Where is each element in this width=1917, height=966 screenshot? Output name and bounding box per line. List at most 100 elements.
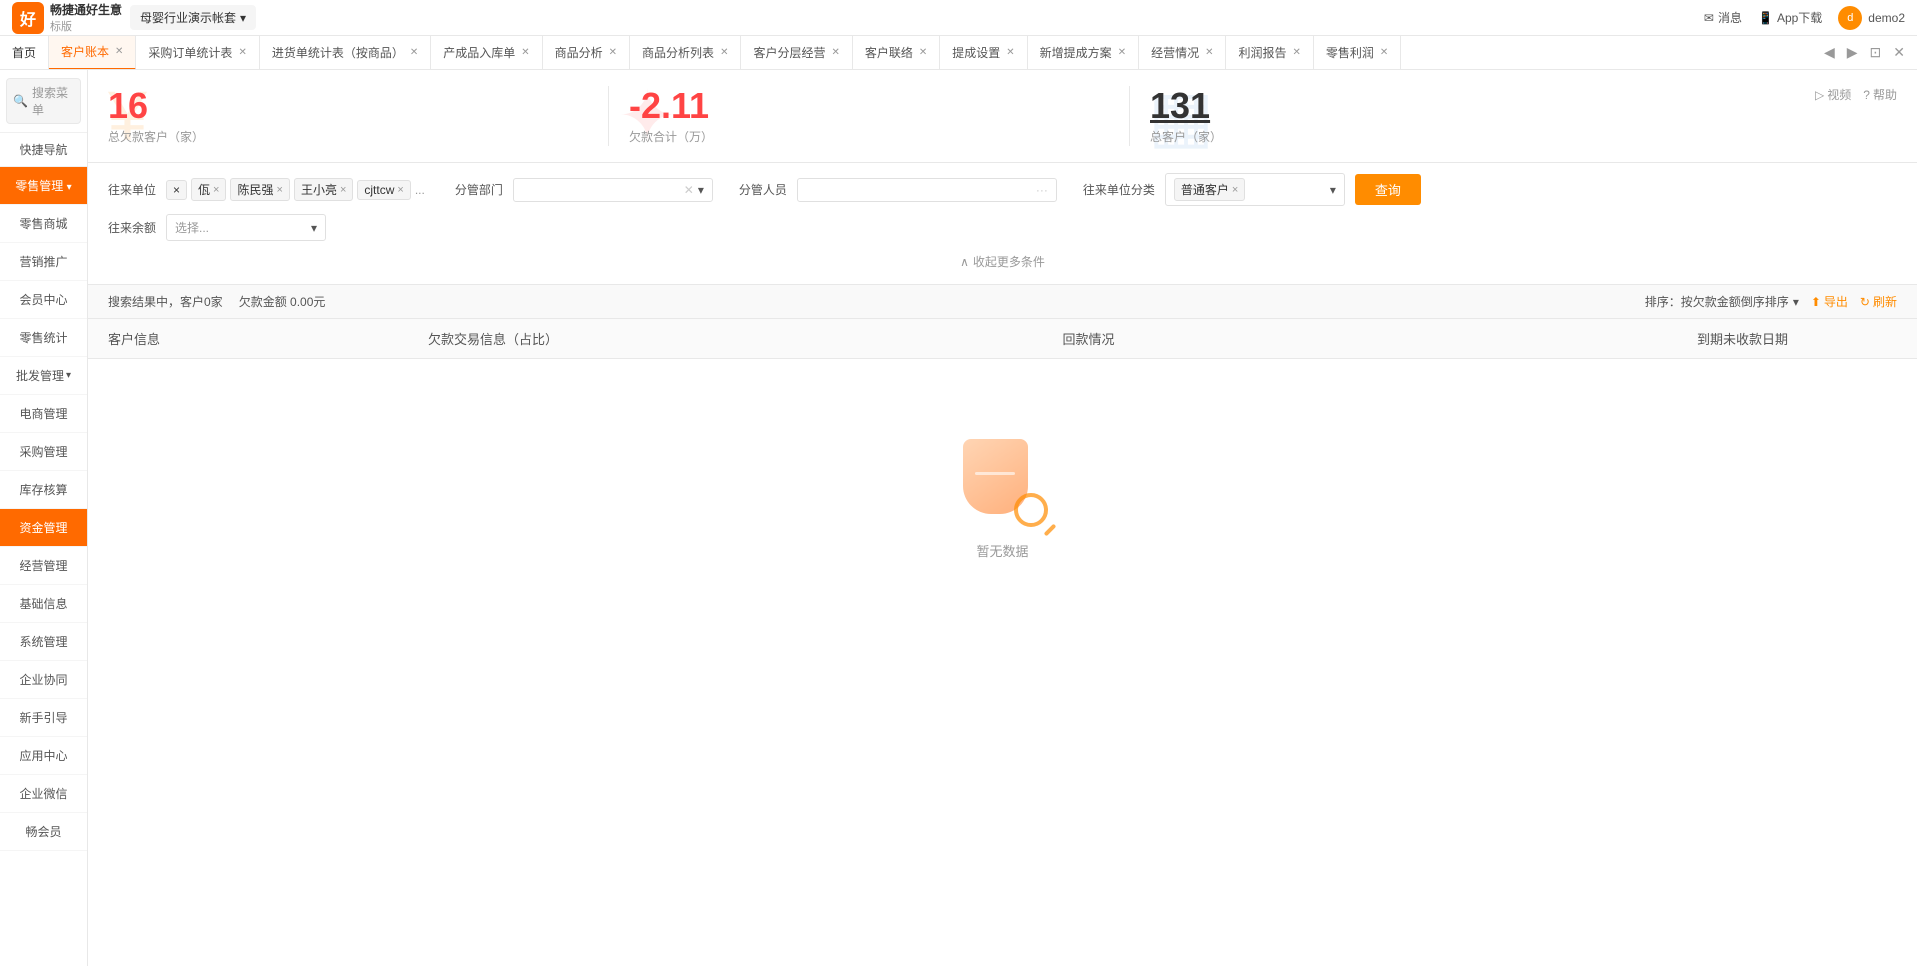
- chevron-icon: ▾: [66, 370, 71, 381]
- tab-goods-analysis-list[interactable]: 商品分析列表 ✕: [630, 36, 741, 70]
- search-result-text: 搜索结果中，客户0家: [108, 293, 223, 310]
- sidebar-item-app-center[interactable]: 应用中心: [0, 737, 87, 775]
- balance-select[interactable]: 选择... ▾: [166, 214, 326, 241]
- tab-business-status[interactable]: 经营情况 ✕: [1139, 36, 1226, 70]
- close-tab-icon[interactable]: ✕: [919, 47, 927, 58]
- sidebar-item-system[interactable]: 系统管理: [0, 623, 87, 661]
- content-area: ¥ 16 总欠款客户（家） ✦ -2.11 欠款合计（万） ▦ 131 总客户（…: [88, 70, 1917, 966]
- download-icon: 📱: [1758, 11, 1773, 25]
- nav-next-arrow[interactable]: ▶: [1843, 42, 1862, 63]
- close-tab-icon[interactable]: ✕: [720, 47, 728, 58]
- person-input[interactable]: ···: [797, 178, 1057, 202]
- stats-help: ▷ 视频 ? 帮助: [1815, 86, 1897, 103]
- close-tab-icon[interactable]: ✕: [521, 47, 529, 58]
- chevron-down-icon: ▾: [311, 221, 317, 235]
- tab-product-inbound[interactable]: 产成品入库单 ✕: [431, 36, 542, 70]
- export-button[interactable]: ⬆ 导出: [1811, 293, 1848, 310]
- tab-customer-capital[interactable]: 客户账本 ✕: [49, 36, 136, 70]
- tab-home[interactable]: 首页: [0, 36, 49, 70]
- close-tab-icon[interactable]: ✕: [1380, 47, 1388, 58]
- unit-class-select[interactable]: 普通客户 × ▾: [1165, 173, 1345, 206]
- person-label: 分管人员: [739, 181, 787, 198]
- total-customers2-label: 总客户（家）: [1150, 128, 1450, 145]
- sort-selector[interactable]: 排序：按欠款金额倒序排序 ▾: [1645, 293, 1799, 310]
- sidebar-item-purchase[interactable]: 采购管理: [0, 433, 87, 471]
- app-download-btn[interactable]: 📱 App下载: [1758, 9, 1822, 26]
- result-bar-left: 搜索结果中，客户0家 欠款金额 0.00元: [108, 293, 325, 310]
- filter-area: 往来单位 × 佤 × 陈民强 × 王小亮 ×: [88, 163, 1917, 285]
- unit-class-tag: 普通客户 ×: [1174, 178, 1245, 201]
- help-btn[interactable]: ? 帮助: [1863, 86, 1897, 103]
- video-help-btn[interactable]: ▷ 视频: [1815, 86, 1851, 103]
- balance-label: 往来余额: [108, 219, 156, 236]
- tab-goods-analysis[interactable]: 商品分析 ✕: [543, 36, 630, 70]
- close-tab-icon[interactable]: ✕: [238, 47, 246, 58]
- unit-label: 往来单位: [108, 181, 156, 198]
- sidebar-quick-nav[interactable]: 快捷导航: [0, 133, 87, 167]
- sidebar-item-marketing[interactable]: 营销推广: [0, 243, 87, 281]
- collapse-btn[interactable]: ∧ 收起更多条件: [108, 249, 1897, 274]
- sidebar-item-inventory[interactable]: 库存核算: [0, 471, 87, 509]
- nav-expand-icon[interactable]: ⊡: [1866, 42, 1886, 63]
- account-selector[interactable]: 母婴行业演示帐套 ▾: [130, 5, 256, 30]
- sidebar-item-member-vip[interactable]: 畅会员: [0, 813, 87, 851]
- nav-close-all-icon[interactable]: ✕: [1889, 42, 1909, 63]
- stat-block-2: -2.11 欠款合计（万）: [629, 88, 1109, 145]
- tag-close-icon[interactable]: ×: [213, 184, 219, 196]
- sidebar-item-wholesale-mgmt[interactable]: 批发管理 ▾: [0, 357, 87, 395]
- sidebar-item-enterprise-wechat[interactable]: 企业微信: [0, 775, 87, 813]
- sidebar: 🔍 搜索菜单 快捷导航 零售管理 ▾ 零售商城 营销推广 会员中心 零售统计 批…: [0, 70, 88, 966]
- message-btn[interactable]: ✉ 消息: [1704, 9, 1742, 26]
- collapse-icon: ∧: [960, 255, 969, 269]
- sidebar-item-retail-stats[interactable]: 零售统计: [0, 319, 87, 357]
- dept-label: 分管部门: [455, 181, 503, 198]
- tab-new-increase[interactable]: 新增提成方案 ✕: [1028, 36, 1139, 70]
- sidebar-item-operation[interactable]: 经营管理: [0, 547, 87, 585]
- nav-tabs: 首页 客户账本 ✕ 采购订单统计表 ✕ 进货单统计表（按商品） ✕ 产成品入库单…: [0, 36, 1917, 70]
- sidebar-item-retail-shop[interactable]: 零售商城: [0, 205, 87, 243]
- topbar: 好 畅捷通好生意 标版 母婴行业演示帐套 ▾ ✉ 消息 📱 App下载 d de…: [0, 0, 1917, 36]
- tab-purchase-order[interactable]: 采购订单统计表 ✕: [136, 36, 259, 70]
- user-area[interactable]: d demo2: [1838, 6, 1905, 30]
- close-tab-icon[interactable]: ✕: [609, 47, 617, 58]
- tab-customer-segment[interactable]: 客户分层经营 ✕: [741, 36, 852, 70]
- query-button[interactable]: 查询: [1355, 174, 1421, 205]
- filter-more-btn[interactable]: ...: [415, 183, 425, 197]
- sidebar-item-ecommerce[interactable]: 电商管理: [0, 395, 87, 433]
- sidebar-item-capital[interactable]: 资金管理: [0, 509, 87, 547]
- tag-close-icon[interactable]: ×: [397, 184, 403, 196]
- more-icon[interactable]: ···: [1036, 183, 1048, 197]
- tab-inbound-stats[interactable]: 进货单统计表（按商品） ✕: [260, 36, 431, 70]
- nav-prev-arrow[interactable]: ◀: [1820, 42, 1839, 63]
- sidebar-item-basic-info[interactable]: 基础信息: [0, 585, 87, 623]
- tag-close-icon[interactable]: ×: [340, 184, 346, 196]
- close-tab-icon[interactable]: ✕: [1118, 47, 1126, 58]
- dept-select[interactable]: ✕ ▾: [513, 178, 713, 202]
- refresh-button[interactable]: ↻ 刷新: [1860, 293, 1897, 310]
- result-bar-right: 排序：按欠款金额倒序排序 ▾ ⬆ 导出 ↻ 刷新: [1645, 293, 1897, 310]
- tag-close-icon[interactable]: ×: [277, 184, 283, 196]
- tab-profit-report[interactable]: 利润报告 ✕: [1226, 36, 1313, 70]
- filter-row-1: 往来单位 × 佤 × 陈民强 × 王小亮 ×: [108, 173, 1897, 206]
- sidebar-item-new-guide[interactable]: 新手引导: [0, 699, 87, 737]
- table-area: 客户信息 欠款交易信息（占比） 回款情况 到期未收款日期 暂无数据: [88, 319, 1917, 966]
- sidebar-item-retail-mgmt[interactable]: 零售管理 ▾: [0, 167, 87, 205]
- tab-retail-profit[interactable]: 零售利润 ✕: [1314, 36, 1401, 70]
- close-tab-icon[interactable]: ✕: [831, 47, 839, 58]
- close-tab-icon[interactable]: ✕: [410, 47, 418, 58]
- tag-close-icon[interactable]: ×: [1232, 184, 1238, 196]
- sidebar-search-btn[interactable]: 🔍 搜索菜单: [6, 78, 81, 124]
- sidebar-item-member-center[interactable]: 会员中心: [0, 281, 87, 319]
- topbar-right: ✉ 消息 📱 App下载 d demo2: [1704, 6, 1905, 30]
- sort-arrow-icon: ▾: [1793, 295, 1799, 309]
- tab-tip-settings[interactable]: 提成设置 ✕: [940, 36, 1027, 70]
- topbar-left: 好 畅捷通好生意 标版 母婴行业演示帐套 ▾: [12, 1, 256, 34]
- sidebar-item-enterprise-coop[interactable]: 企业协同: [0, 661, 87, 699]
- debt-amount-text: 欠款金额 0.00元: [239, 293, 326, 310]
- close-tab-icon[interactable]: ✕: [115, 46, 123, 57]
- close-tab-icon[interactable]: ✕: [1205, 47, 1213, 58]
- close-tab-icon[interactable]: ✕: [1293, 47, 1301, 58]
- tab-customer-contact[interactable]: 客户联络 ✕: [853, 36, 940, 70]
- clear-icon[interactable]: ✕: [684, 183, 694, 197]
- close-tab-icon[interactable]: ✕: [1006, 47, 1014, 58]
